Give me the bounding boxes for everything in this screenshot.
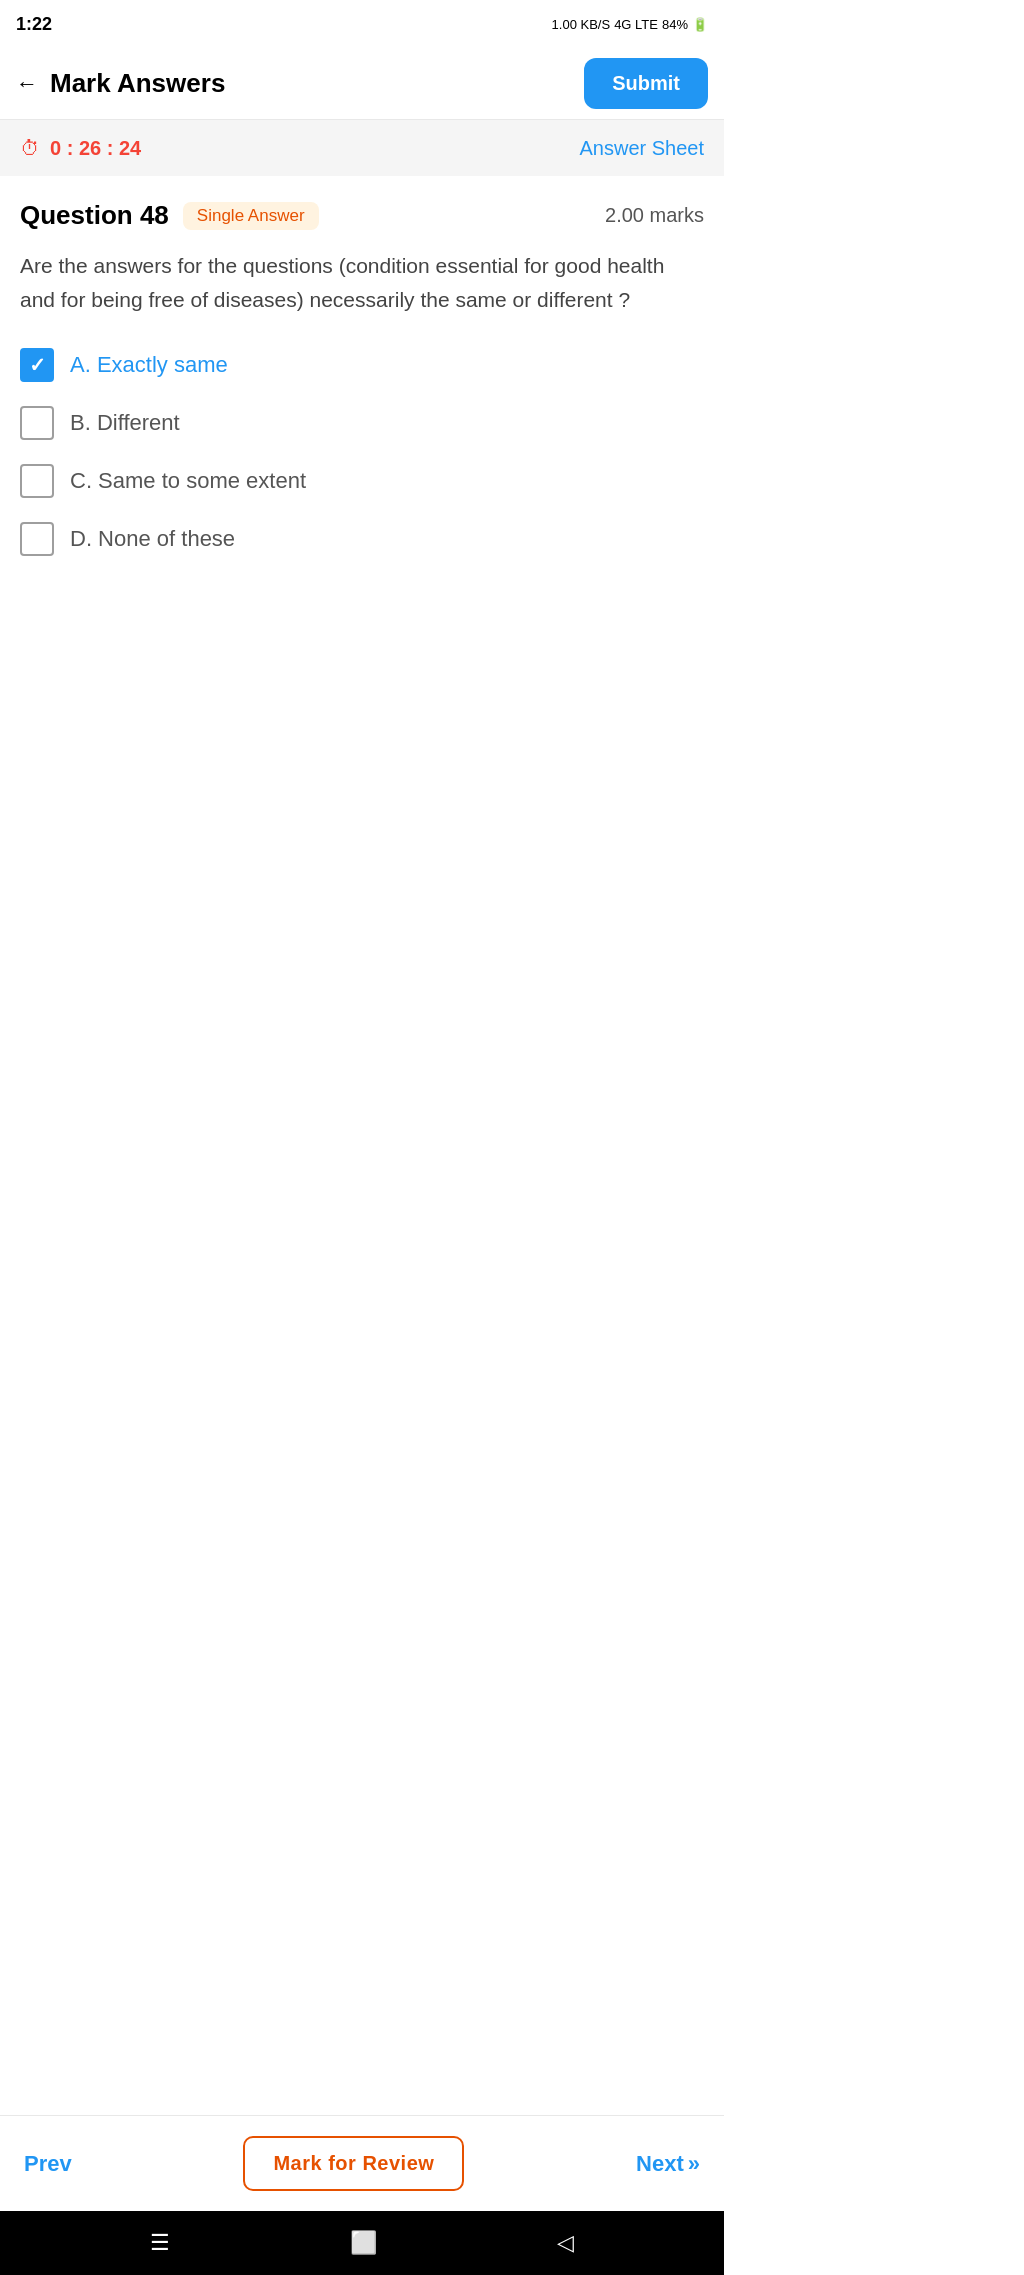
back-button[interactable]: ← xyxy=(16,71,38,97)
question-text: Are the answers for the questions (condi… xyxy=(20,249,704,316)
content-spacer xyxy=(0,1348,724,2115)
battery-percent: 84% xyxy=(662,17,688,32)
android-nav-bar: ☰ ⬜ ◁ xyxy=(0,2211,724,2275)
network-speed: 1.00 KB/S xyxy=(552,17,611,32)
question-area: Question 48 Single Answer 2.00 marks Are… xyxy=(0,176,724,1348)
status-icons: 1.00 KB/S 4G LTE 84% 🔋 xyxy=(552,17,708,32)
android-menu-icon[interactable]: ☰ xyxy=(150,2230,170,2256)
header: ← Mark Answers Submit xyxy=(0,48,724,120)
mark-review-button[interactable]: Mark for Review xyxy=(243,2136,464,2191)
option-c-label: C. Same to some extent xyxy=(70,468,306,494)
answer-sheet-link[interactable]: Answer Sheet xyxy=(579,137,704,160)
options-list: A. Exactly same B. Different C. Same to … xyxy=(20,348,704,556)
option-d-label: D. None of these xyxy=(70,526,235,552)
checkbox-d[interactable] xyxy=(20,522,54,556)
prev-button[interactable]: Prev xyxy=(24,2151,72,2177)
bottom-nav: Prev Mark for Review Next » xyxy=(0,2115,724,2211)
timer-icon: ⏱ xyxy=(20,137,40,160)
android-back-icon[interactable]: ◁ xyxy=(557,2230,574,2256)
option-a[interactable]: A. Exactly same xyxy=(20,348,704,382)
question-number: Question 48 xyxy=(20,200,169,231)
checkbox-b[interactable] xyxy=(20,406,54,440)
checkbox-a[interactable] xyxy=(20,348,54,382)
next-label: Next xyxy=(636,2151,684,2177)
status-time: 1:22 xyxy=(16,14,52,35)
header-left: ← Mark Answers xyxy=(16,68,225,99)
android-home-icon[interactable]: ⬜ xyxy=(350,2230,377,2256)
page-title: Mark Answers xyxy=(50,68,225,99)
option-b-label: B. Different xyxy=(70,410,180,436)
timer-text: 0 : 26 : 24 xyxy=(50,137,141,160)
marks-text: 2.00 marks xyxy=(605,204,704,227)
timer-left: ⏱ 0 : 26 : 24 xyxy=(20,137,141,160)
network-type: 4G LTE xyxy=(614,17,658,32)
option-a-label: A. Exactly same xyxy=(70,352,228,378)
option-d[interactable]: D. None of these xyxy=(20,522,704,556)
option-c[interactable]: C. Same to some extent xyxy=(20,464,704,498)
checkbox-c[interactable] xyxy=(20,464,54,498)
question-header: Question 48 Single Answer 2.00 marks xyxy=(20,200,704,231)
question-header-left: Question 48 Single Answer xyxy=(20,200,319,231)
next-button[interactable]: Next » xyxy=(636,2151,700,2177)
battery-icon: 🔋 xyxy=(692,17,708,32)
timer-bar: ⏱ 0 : 26 : 24 Answer Sheet xyxy=(0,120,724,176)
submit-button[interactable]: Submit xyxy=(584,58,708,109)
question-type-badge: Single Answer xyxy=(183,202,319,230)
next-icon: » xyxy=(688,2151,700,2177)
status-bar: 1:22 1.00 KB/S 4G LTE 84% 🔋 xyxy=(0,0,724,48)
option-b[interactable]: B. Different xyxy=(20,406,704,440)
